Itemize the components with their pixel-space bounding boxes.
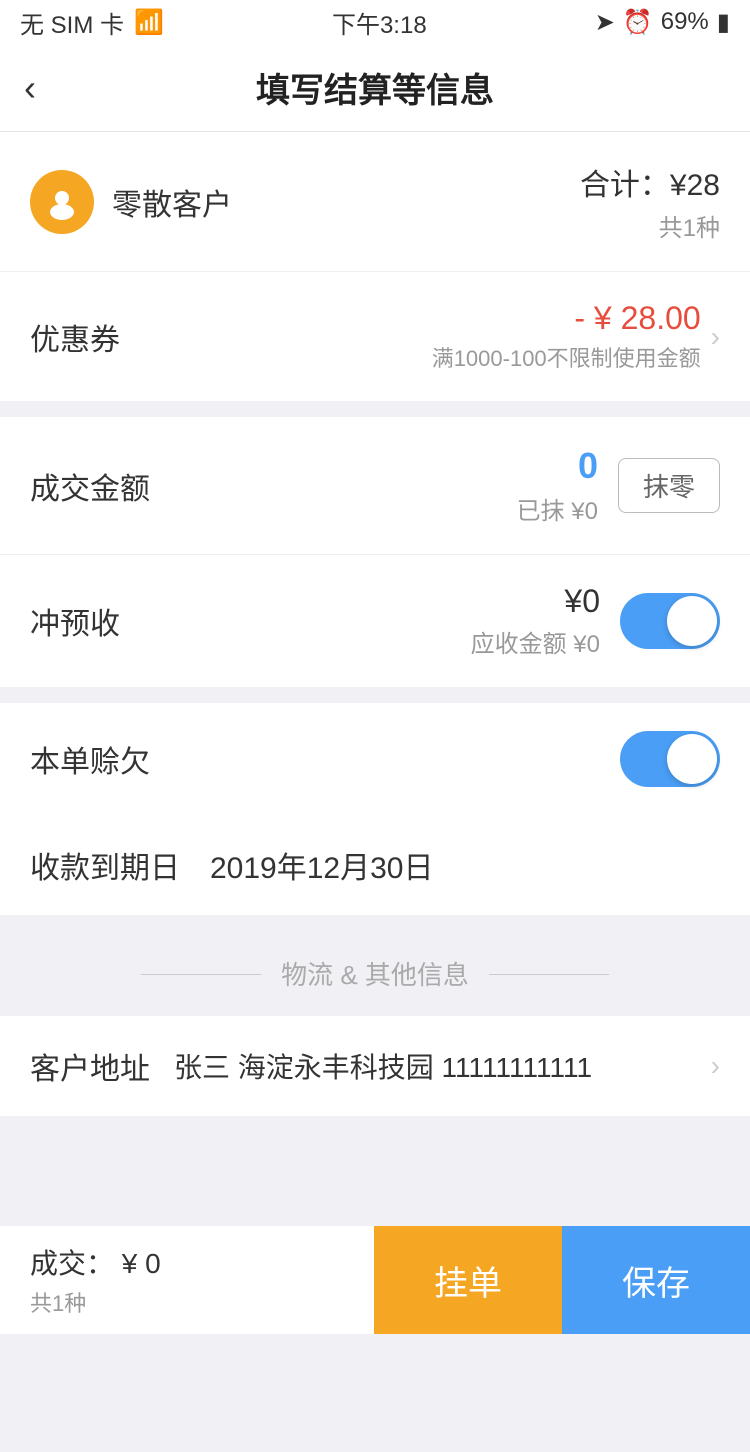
logistics-label: 物流 & 其他信息 [251,955,499,992]
prepayment-amount-detail: ¥0 应收金额 ¥0 [471,583,600,659]
customer-name: 零散客户 [112,180,232,224]
due-date-row: 收款到期日 2019年12月30日 [0,815,750,915]
coupon-desc: 满1000-100不限制使用金额 [432,341,701,373]
avatar [30,170,94,234]
battery-icon: ▮ [717,8,730,37]
coupon-right: - ¥ 28.00 满1000-100不限制使用金额 › [432,300,720,373]
debit-toggle-knob [667,734,717,784]
total-count: 共1种 [580,208,720,243]
alarm-icon: ⏰ [623,8,653,37]
customer-card: 零散客户 合计：¥28 共1种 优惠券 - ¥ 28.00 满1000-100不… [0,132,750,401]
bottom-deal-amount: ¥ 0 [122,1248,161,1279]
debit-row: 本单赊欠 [0,703,750,815]
coupon-row[interactable]: 优惠券 - ¥ 28.00 满1000-100不限制使用金额 › [0,271,750,401]
prepayment-amount: ¥0 [471,583,600,620]
debit-section: 本单赊欠 收款到期日 2019年12月30日 [0,703,750,915]
page-title: 填写结算等信息 [256,63,494,112]
coupon-label: 优惠券 [30,315,120,359]
deal-section: 成交金额 已抹 ¥0 抹零 冲预收 ¥0 应收金额 ¥0 [0,417,750,687]
deal-amount-input[interactable] [518,445,598,487]
already-rounded: 已抹 ¥0 [517,491,598,526]
customer-left: 零散客户 [30,170,232,234]
bottom-deal-label: 成交： [30,1248,114,1279]
wifi-icon: 📶 [134,8,164,37]
coupon-value-block: - ¥ 28.00 满1000-100不限制使用金额 [432,300,701,373]
status-right: ➤ ⏰ 69% ▮ [595,8,730,37]
debit-toggle[interactable] [620,731,720,787]
battery-text: 69% [661,8,709,36]
customer-row: 零散客户 合计：¥28 共1种 [0,132,750,271]
prepayment-label: 冲预收 [30,599,120,643]
logistics-section: 物流 & 其他信息 [0,931,750,1016]
status-left: 无 SIM 卡 📶 [20,5,164,40]
bottom-bar: 成交： ¥ 0 共1种 挂单 保存 [0,1226,750,1334]
hang-button[interactable]: 挂单 [374,1226,562,1334]
round-button[interactable]: 抹零 [618,458,720,513]
prepayment-right: ¥0 应收金额 ¥0 [471,583,720,659]
deal-amount-label: 成交金额 [30,464,150,508]
bottom-count: 共1种 [30,1286,344,1318]
deal-amount-right: 已抹 ¥0 抹零 [517,445,720,526]
address-chevron-icon: › [711,1050,720,1082]
prepayment-toggle[interactable] [620,593,720,649]
address-value: 张三 海淀永丰科技园 11111111111 [174,1046,711,1086]
location-icon: ➤ [595,8,615,37]
due-date-value: 2019年12月30日 [210,843,433,887]
prepayment-receivable: 应收金额 ¥0 [471,624,600,659]
total-amount: 合计：¥28 [580,160,720,204]
address-row[interactable]: 客户地址 张三 海淀永丰科技园 11111111111 › [0,1016,750,1116]
due-date-label: 收款到期日 [30,843,180,887]
chevron-right-icon: › [711,321,720,353]
address-label: 客户地址 [30,1044,150,1088]
address-card: 客户地址 张三 海淀永丰科技园 11111111111 › [0,1016,750,1116]
bottom-summary: 成交： ¥ 0 共1种 [0,1242,374,1318]
status-bar: 无 SIM 卡 📶 下午3:18 ➤ ⏰ 69% ▮ [0,0,750,44]
nav-bar: ‹ 填写结算等信息 [0,44,750,132]
back-button[interactable]: ‹ [24,67,36,109]
deal-amount-row: 成交金额 已抹 ¥0 抹零 [0,417,750,554]
coupon-discount: - ¥ 28.00 [432,300,701,337]
time-display: 下午3:18 [332,5,427,40]
prepayment-row: 冲预收 ¥0 应收金额 ¥0 [0,554,750,687]
customer-summary: 合计：¥28 共1种 [580,160,720,243]
debit-label: 本单赊欠 [30,737,150,781]
bottom-deal-line: 成交： ¥ 0 [30,1242,344,1282]
save-button[interactable]: 保存 [562,1226,750,1334]
carrier-text: 无 SIM 卡 [20,5,124,40]
toggle-knob [667,596,717,646]
